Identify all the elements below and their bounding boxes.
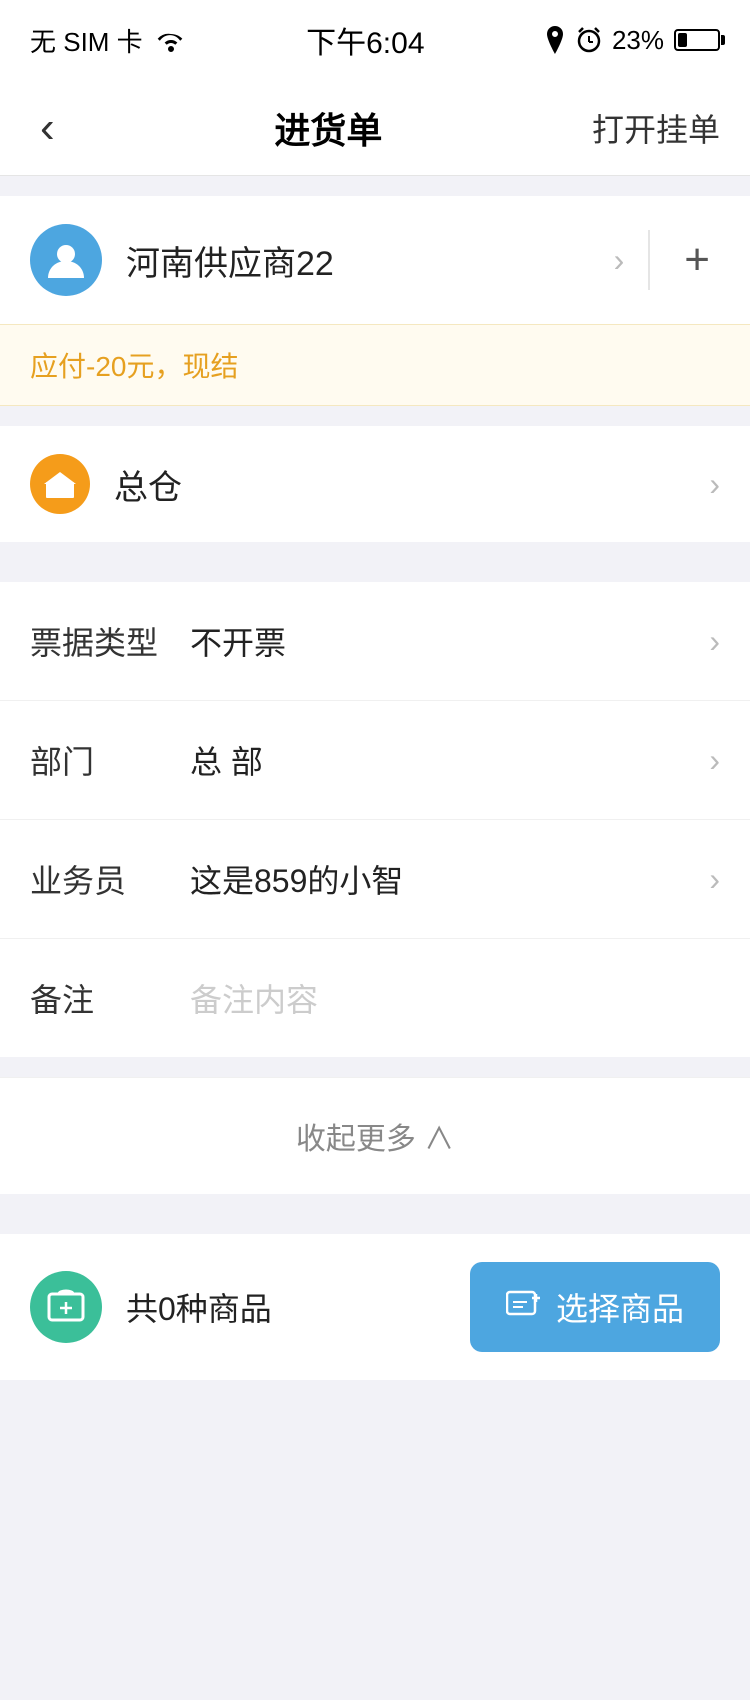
department-label: 部门 <box>30 737 170 783</box>
salesperson-chevron-icon: › <box>709 861 720 898</box>
supplier-chevron-icon: › <box>614 242 625 279</box>
warehouse-icon-circle <box>30 454 90 514</box>
department-chevron-icon: › <box>709 742 720 779</box>
status-bar-right: 23% <box>544 25 720 56</box>
form-section: 票据类型 不开票 › 部门 总 部 › 业务员 这是859的小智 › 备注 备注… <box>0 582 750 1057</box>
select-product-label: 选择商品 <box>556 1284 684 1330</box>
warehouse-chevron-icon: › <box>709 466 720 503</box>
battery-icon <box>674 29 720 51</box>
collapse-text: 收起更多 ∧ <box>296 1114 454 1158</box>
wifi-icon <box>155 28 187 52</box>
select-product-icon <box>506 1288 542 1327</box>
invoice-type-row[interactable]: 票据类型 不开票 › <box>0 582 750 701</box>
department-value: 总 部 <box>170 737 709 783</box>
middle-divider <box>0 406 750 426</box>
top-divider <box>0 176 750 196</box>
battery-text: 23% <box>612 25 664 56</box>
invoice-type-value: 不开票 <box>170 618 709 664</box>
supplier-row[interactable]: 河南供应商22 › + <box>0 196 750 324</box>
salesperson-value: 这是859的小智 <box>170 856 709 902</box>
battery-fill <box>678 33 687 47</box>
product-icon-circle <box>30 1271 102 1343</box>
bottom-bar: 共0种商品 选择商品 <box>0 1234 750 1380</box>
warehouse-row[interactable]: 总仓 › <box>0 426 750 542</box>
supplier-name: 河南供应商22 <box>126 236 614 285</box>
status-bar: 无 SIM 卡 下午6:04 23% <box>0 0 750 80</box>
open-pending-button[interactable]: 打开挂单 <box>592 105 720 151</box>
supplier-avatar <box>30 224 102 296</box>
remark-label: 备注 <box>30 975 170 1021</box>
empty-area <box>0 1380 750 1700</box>
department-row[interactable]: 部门 总 部 › <box>0 701 750 820</box>
salesperson-row[interactable]: 业务员 这是859的小智 › <box>0 820 750 939</box>
supplier-card: 河南供应商22 › + 应付-20元，现结 <box>0 196 750 406</box>
invoice-type-label: 票据类型 <box>30 618 170 664</box>
back-button[interactable]: ‹ <box>30 93 65 163</box>
notice-bar: 应付-20元，现结 <box>0 324 750 406</box>
salesperson-label: 业务员 <box>30 856 170 902</box>
remark-row[interactable]: 备注 备注内容 <box>0 939 750 1057</box>
status-bar-left: 无 SIM 卡 <box>30 22 187 59</box>
product-count-text: 共0种商品 <box>126 1284 470 1330</box>
supplier-divider <box>648 230 650 290</box>
location-icon <box>544 26 566 54</box>
carrier-text: 无 SIM 卡 <box>30 22 143 59</box>
bottom-divider <box>0 1194 750 1214</box>
nav-bar: ‹ 进货单 打开挂单 <box>0 80 750 176</box>
warehouse-name: 总仓 <box>114 460 709 509</box>
alarm-icon <box>576 26 602 54</box>
form-divider <box>0 542 750 562</box>
select-product-button[interactable]: 选择商品 <box>470 1262 720 1352</box>
warehouse-icon <box>42 466 78 502</box>
warehouse-card: 总仓 › <box>0 426 750 542</box>
invoice-type-chevron-icon: › <box>709 623 720 660</box>
add-supplier-button[interactable]: + <box>674 235 720 285</box>
page-title: 进货单 <box>274 102 382 154</box>
remark-input[interactable]: 备注内容 <box>170 975 720 1021</box>
status-time: 下午6:04 <box>306 18 424 62</box>
cart-icon <box>45 1286 87 1328</box>
user-icon <box>44 238 88 282</box>
notice-text: 应付-20元，现结 <box>30 351 238 382</box>
collapse-bar[interactable]: 收起更多 ∧ <box>0 1077 750 1194</box>
